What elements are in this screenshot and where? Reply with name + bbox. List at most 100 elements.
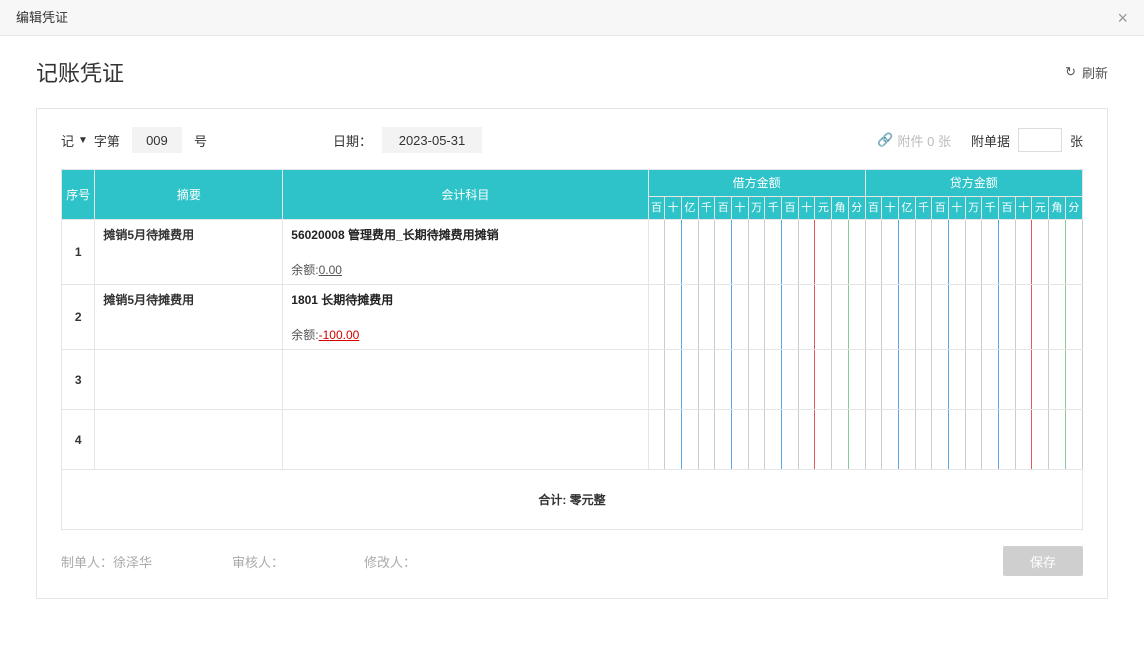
digit-cell[interactable] — [665, 220, 682, 285]
digit-cell[interactable] — [648, 410, 665, 470]
digit-cell[interactable] — [1032, 220, 1049, 285]
digit-cell[interactable] — [915, 220, 932, 285]
digit-cell[interactable] — [982, 410, 999, 470]
digit-cell[interactable] — [815, 285, 832, 350]
digit-cell[interactable] — [1015, 285, 1032, 350]
digit-cell[interactable] — [848, 285, 865, 350]
digit-cell[interactable] — [815, 410, 832, 470]
digit-cell[interactable] — [965, 220, 982, 285]
refresh-button[interactable]: ↻ 刷新 — [1065, 63, 1108, 82]
digit-cell[interactable] — [765, 350, 782, 410]
digit-cell[interactable] — [681, 220, 698, 285]
digit-cell[interactable] — [915, 410, 932, 470]
digit-cell[interactable] — [1049, 350, 1066, 410]
digit-cell[interactable] — [815, 220, 832, 285]
digit-cell[interactable] — [832, 220, 849, 285]
digit-cell[interactable] — [915, 285, 932, 350]
digit-cell[interactable] — [898, 350, 915, 410]
account-cell[interactable]: 56020008 管理费用_长期待摊费用摊销余额:0.00 — [283, 220, 648, 285]
digit-cell[interactable] — [715, 220, 732, 285]
digit-cell[interactable] — [949, 220, 966, 285]
digit-cell[interactable] — [999, 410, 1016, 470]
digit-cell[interactable] — [999, 220, 1016, 285]
digit-cell[interactable] — [732, 350, 749, 410]
digit-cell[interactable] — [748, 285, 765, 350]
digit-cell[interactable] — [665, 410, 682, 470]
digit-cell[interactable] — [865, 410, 882, 470]
digit-cell[interactable] — [932, 220, 949, 285]
digit-cell[interactable] — [681, 350, 698, 410]
digit-cell[interactable] — [848, 350, 865, 410]
digit-cell[interactable] — [798, 410, 815, 470]
digit-cell[interactable] — [865, 350, 882, 410]
digit-cell[interactable] — [798, 220, 815, 285]
digit-cell[interactable] — [715, 285, 732, 350]
digit-cell[interactable] — [832, 410, 849, 470]
attachment-link[interactable]: 🔗 附件 0 张 — [877, 131, 951, 150]
digit-cell[interactable] — [782, 285, 799, 350]
digit-cell[interactable] — [748, 350, 765, 410]
digit-cell[interactable] — [932, 410, 949, 470]
digit-cell[interactable] — [1032, 350, 1049, 410]
digit-cell[interactable] — [898, 410, 915, 470]
digit-cell[interactable] — [848, 220, 865, 285]
digit-cell[interactable] — [732, 220, 749, 285]
summary-cell[interactable] — [95, 410, 283, 470]
digit-cell[interactable] — [815, 350, 832, 410]
digit-cell[interactable] — [882, 410, 899, 470]
digit-cell[interactable] — [898, 220, 915, 285]
digit-cell[interactable] — [1065, 220, 1082, 285]
digit-cell[interactable] — [681, 285, 698, 350]
digit-cell[interactable] — [765, 220, 782, 285]
sheets-input[interactable] — [1018, 128, 1062, 152]
digit-cell[interactable] — [965, 285, 982, 350]
digit-cell[interactable] — [1049, 285, 1066, 350]
digit-cell[interactable] — [1032, 285, 1049, 350]
digit-cell[interactable] — [665, 350, 682, 410]
digit-cell[interactable] — [1015, 410, 1032, 470]
digit-cell[interactable] — [1049, 410, 1066, 470]
digit-cell[interactable] — [832, 285, 849, 350]
digit-cell[interactable] — [748, 410, 765, 470]
digit-cell[interactable] — [932, 350, 949, 410]
digit-cell[interactable] — [765, 410, 782, 470]
voucher-kind-select[interactable]: 记 ▼ — [61, 131, 88, 150]
digit-cell[interactable] — [782, 350, 799, 410]
digit-cell[interactable] — [765, 285, 782, 350]
digit-cell[interactable] — [965, 350, 982, 410]
digit-cell[interactable] — [949, 410, 966, 470]
digit-cell[interactable] — [698, 285, 715, 350]
digit-cell[interactable] — [999, 285, 1016, 350]
digit-cell[interactable] — [681, 410, 698, 470]
digit-cell[interactable] — [1065, 350, 1082, 410]
digit-cell[interactable] — [865, 220, 882, 285]
digit-cell[interactable] — [932, 285, 949, 350]
digit-cell[interactable] — [698, 350, 715, 410]
digit-cell[interactable] — [915, 350, 932, 410]
digit-cell[interactable] — [982, 285, 999, 350]
digit-cell[interactable] — [715, 350, 732, 410]
digit-cell[interactable] — [982, 350, 999, 410]
digit-cell[interactable] — [882, 350, 899, 410]
digit-cell[interactable] — [882, 285, 899, 350]
digit-cell[interactable] — [665, 285, 682, 350]
digit-cell[interactable] — [698, 220, 715, 285]
save-button[interactable]: 保存 — [1003, 546, 1083, 576]
digit-cell[interactable] — [965, 410, 982, 470]
digit-cell[interactable] — [715, 410, 732, 470]
digit-cell[interactable] — [798, 285, 815, 350]
summary-cell[interactable] — [95, 350, 283, 410]
digit-cell[interactable] — [999, 350, 1016, 410]
digit-cell[interactable] — [949, 350, 966, 410]
summary-cell[interactable]: 摊销5月待摊费用 — [95, 285, 283, 350]
digit-cell[interactable] — [1065, 410, 1082, 470]
digit-cell[interactable] — [698, 410, 715, 470]
digit-cell[interactable] — [1015, 350, 1032, 410]
account-cell[interactable]: 1801 长期待摊费用余额:-100.00 — [283, 285, 648, 350]
digit-cell[interactable] — [798, 350, 815, 410]
digit-cell[interactable] — [832, 350, 849, 410]
digit-cell[interactable] — [732, 410, 749, 470]
digit-cell[interactable] — [1049, 220, 1066, 285]
digit-cell[interactable] — [648, 350, 665, 410]
digit-cell[interactable] — [982, 220, 999, 285]
